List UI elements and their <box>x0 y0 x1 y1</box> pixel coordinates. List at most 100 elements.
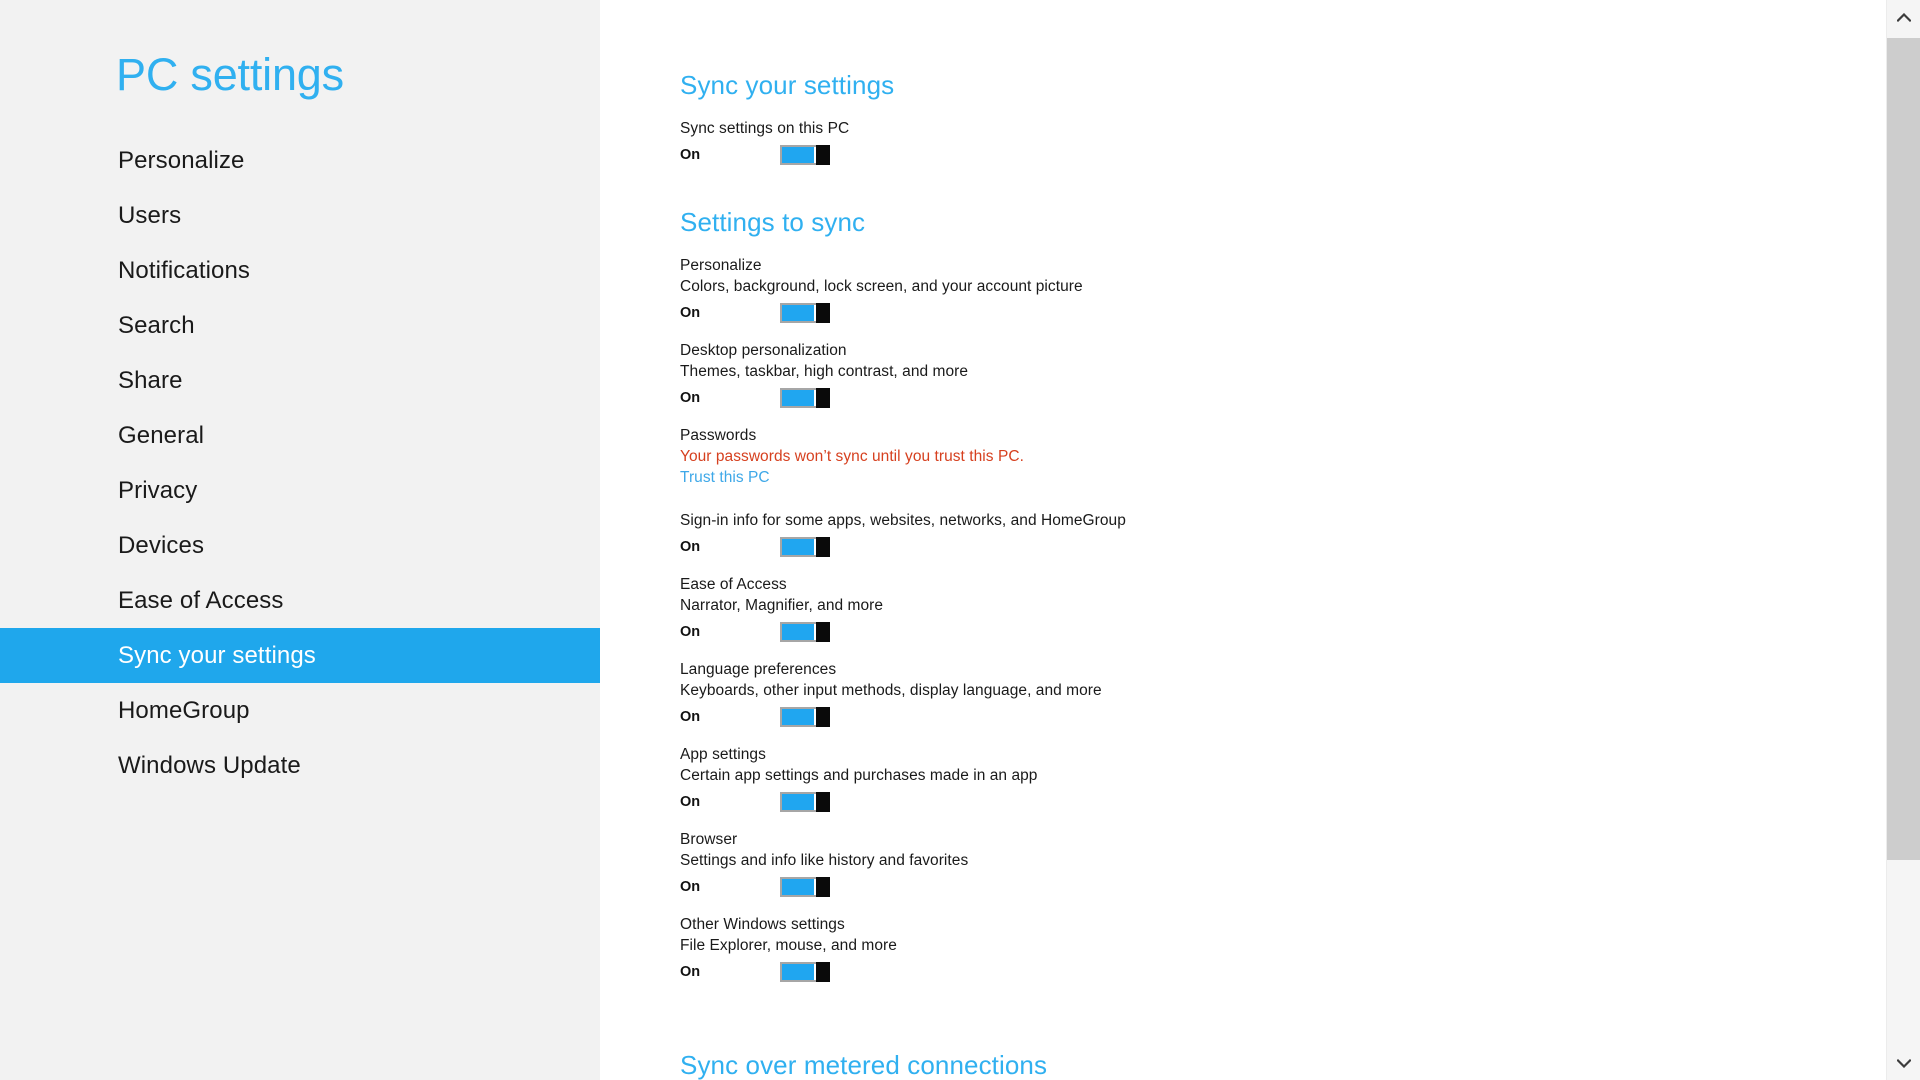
sidebar-item-label: Windows Update <box>118 751 301 779</box>
settings-content-inner: Sync your settings Sync settings on this … <box>680 0 1780 1080</box>
setting-description: Sign-in info for some apps, websites, ne… <box>680 512 1126 529</box>
setting-block: Ease of Access Narrator, Magnifier, and m… <box>680 574 1780 644</box>
toggle-row: On <box>680 301 1780 325</box>
setting-description: Narrator, Magnifier, and more <box>680 597 884 614</box>
toggle-thumb <box>816 962 830 982</box>
toggle-fill <box>782 624 814 640</box>
pc-settings-window: PC settings Personalize Users Notification… <box>0 0 1920 1080</box>
sidebar-item-privacy[interactable]: Privacy <box>0 463 600 518</box>
sidebar-item-personalize[interactable]: Personalize <box>0 133 600 188</box>
sidebar-item-label: Devices <box>118 531 205 559</box>
toggle-switch[interactable] <box>780 622 830 642</box>
sidebar-item-label: Sync your settings <box>118 641 316 669</box>
toggle-row: On <box>680 705 1780 729</box>
toggle-switch[interactable] <box>780 877 830 897</box>
toggle-fill <box>782 147 814 163</box>
toggle-state-label: On <box>680 539 701 555</box>
setting-block: Desktop personalization Themes, taskbar, … <box>680 340 1780 410</box>
vertical-scrollbar[interactable] <box>1886 0 1920 1080</box>
sidebar-item-homegroup[interactable]: HomeGroup <box>0 683 600 738</box>
setting-description: Colors, background, lock screen, and you… <box>680 278 1083 295</box>
settings-content-pane: Sync your settings Sync settings on this … <box>600 0 1920 1080</box>
setting-description: Settings and info like history and favor… <box>680 852 969 869</box>
toggle-switch[interactable] <box>780 792 830 812</box>
setting-title: Ease of Access <box>680 576 787 593</box>
toggle-state-label: On <box>680 964 701 980</box>
setting-description: File Explorer, mouse, and more <box>680 937 897 954</box>
setting-title: Personalize <box>680 257 762 274</box>
settings-section: Sync over metered connectionsSync settin… <box>680 1052 1780 1080</box>
setting-block: Personalize Colors, background, lock scre… <box>680 255 1780 325</box>
section-fields: Personalize Colors, background, lock scre… <box>680 255 1780 984</box>
sidebar-item-sync-your-settings[interactable]: Sync your settings <box>0 628 600 683</box>
toggle-switch[interactable] <box>780 962 830 982</box>
setting-description: Certain app settings and purchases made … <box>680 767 1038 784</box>
setting-title: Language preferences <box>680 661 837 678</box>
toggle-row: On <box>680 620 1780 644</box>
toggle-state-label: On <box>680 794 701 810</box>
scroll-up-button[interactable] <box>1887 0 1920 34</box>
setting-block: Passwords Your passwords won’t sync until… <box>680 425 1780 559</box>
page-title: PC settings <box>116 49 344 100</box>
toggle-state-label: On <box>680 390 701 406</box>
setting-description: Sync settings on this PC <box>680 120 850 137</box>
setting-title: Browser <box>680 831 738 848</box>
toggle-row: On <box>680 386 1780 410</box>
toggle-thumb <box>816 303 830 323</box>
section-heading: Sync over metered connections <box>680 1050 1048 1080</box>
toggle-thumb <box>816 388 830 408</box>
sidebar-item-notifications[interactable]: Notifications <box>0 243 600 298</box>
toggle-switch[interactable] <box>780 707 830 727</box>
settings-section: Sync your settings Sync settings on this … <box>680 72 1780 167</box>
scrollbar-thumb[interactable] <box>1887 38 1920 860</box>
sidebar-item-general[interactable]: General <box>0 408 600 463</box>
toggle-state-label: On <box>680 624 701 640</box>
sidebar-item-label: General <box>118 421 205 449</box>
sidebar-item-label: Users <box>118 201 182 229</box>
sidebar-item-label: HomeGroup <box>118 696 250 724</box>
toggle-row: On <box>680 143 1780 167</box>
toggle-switch[interactable] <box>780 388 830 408</box>
toggle-state-label: On <box>680 305 701 321</box>
scroll-down-button[interactable] <box>1887 1046 1920 1080</box>
setting-block: Language preferences Keyboards, other inp… <box>680 659 1780 729</box>
sidebar-item-users[interactable]: Users <box>0 188 600 243</box>
sidebar-item-ease-of-access[interactable]: Ease of Access <box>0 573 600 628</box>
toggle-state-label: On <box>680 147 701 163</box>
sidebar-item-label: Notifications <box>118 256 251 284</box>
toggle-thumb <box>816 145 830 165</box>
sidebar-item-share[interactable]: Share <box>0 353 600 408</box>
sidebar-item-devices[interactable]: Devices <box>0 518 600 573</box>
toggle-fill <box>782 390 814 406</box>
sidebar-item-label: Personalize <box>118 146 245 174</box>
toggle-fill <box>782 305 814 321</box>
sidebar-item-label: Search <box>118 311 195 339</box>
section-heading: Settings to sync <box>680 207 866 237</box>
chevron-up-icon <box>1897 12 1911 22</box>
sidebar-item-label: Privacy <box>118 476 198 504</box>
sidebar-item-search[interactable]: Search <box>0 298 600 353</box>
setting-title: Other Windows settings <box>680 916 845 933</box>
toggle-state-label: On <box>680 879 701 895</box>
setting-block: Other Windows settings File Explorer, mou… <box>680 914 1780 984</box>
setting-block: Browser Settings and info like history an… <box>680 829 1780 899</box>
toggle-thumb <box>816 707 830 727</box>
toggle-row: On <box>680 535 1780 559</box>
toggle-switch[interactable] <box>780 537 830 557</box>
setting-block: App settings Certain app settings and pur… <box>680 744 1780 814</box>
toggle-switch[interactable] <box>780 303 830 323</box>
setting-description: Keyboards, other input methods, display … <box>680 682 1102 699</box>
sidebar-item-label: Ease of Access <box>118 586 284 614</box>
toggle-state-label: On <box>680 709 701 725</box>
trust-this-pc-link[interactable]: Trust this PC <box>680 467 770 488</box>
sidebar: PC settings Personalize Users Notification… <box>0 0 600 1080</box>
toggle-switch[interactable] <box>780 145 830 165</box>
toggle-fill <box>782 794 814 810</box>
sidebar-item-label: Share <box>118 366 183 394</box>
settings-section: Settings to sync Personalize Colors, backg… <box>680 209 1780 984</box>
chevron-down-icon <box>1897 1058 1911 1068</box>
section-fields: Sync settings on this PC On <box>680 118 1780 167</box>
toggle-fill <box>782 964 814 980</box>
toggle-fill <box>782 879 814 895</box>
sidebar-item-windows-update[interactable]: Windows Update <box>0 738 600 793</box>
